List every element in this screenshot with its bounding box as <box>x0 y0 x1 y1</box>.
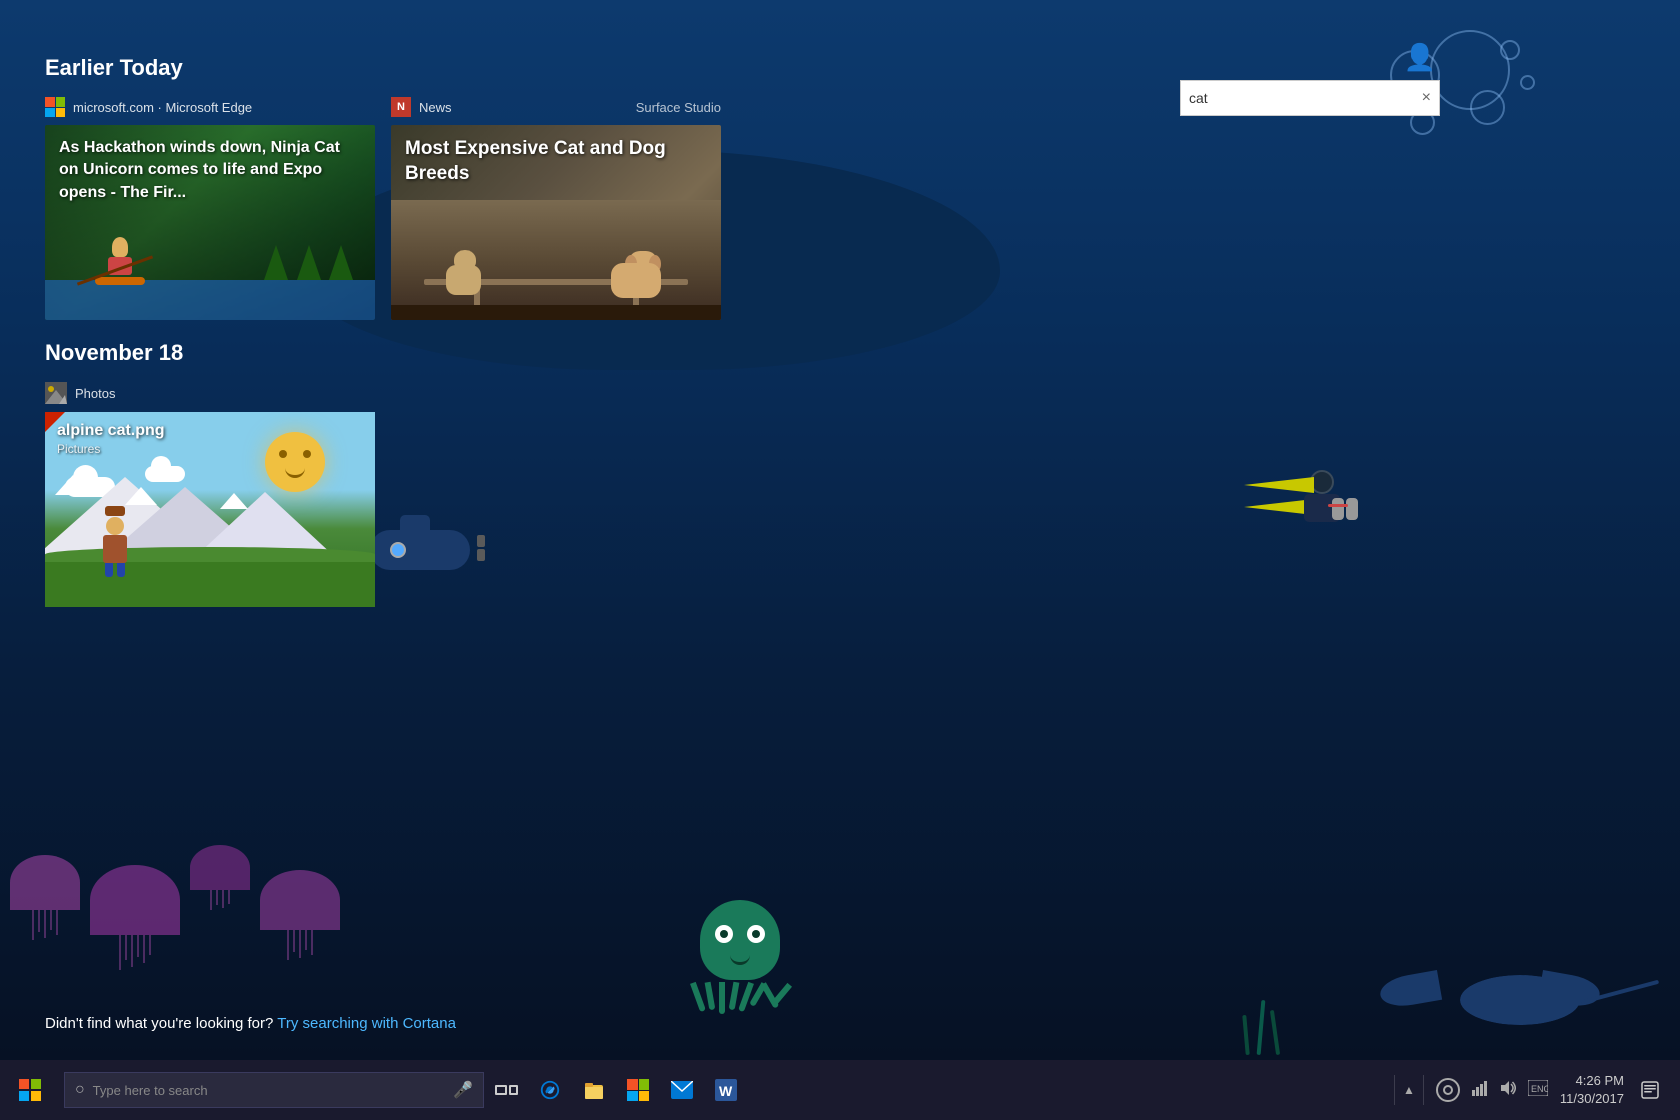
cortana-connect-icon[interactable] <box>1432 1074 1464 1106</box>
file-explorer-taskbar-icon[interactable] <box>572 1060 616 1120</box>
news-app-icon: N <box>391 97 411 117</box>
task-view-icon <box>495 1085 518 1095</box>
svg-text:ENG: ENG <box>1531 1084 1548 1094</box>
microsoft-logo-icon <box>45 97 65 117</box>
alpine-person <box>95 507 135 567</box>
word-icon: W <box>715 1079 737 1101</box>
edge-card-wrapper: microsoft.com · Microsoft Edge As Hackat… <box>45 97 375 320</box>
alpine-filename: alpine cat.png <box>57 422 165 440</box>
taskbar-mic-icon[interactable]: 🎤 <box>453 1080 473 1100</box>
taskbar-date: 11/30/2017 <box>1560 1090 1624 1108</box>
tray-divider <box>1394 1075 1395 1105</box>
network-icon[interactable] <box>1468 1076 1492 1105</box>
word-taskbar-icon[interactable]: W <box>704 1060 748 1120</box>
language-icon[interactable]: ENG <box>1524 1076 1552 1105</box>
edge-browser-icon <box>539 1079 561 1101</box>
taskbar-search-icon: ○ <box>75 1081 85 1099</box>
timeline-search-box[interactable]: × <box>1180 80 1440 116</box>
alpine-location: Pictures <box>57 442 165 456</box>
news-card-wrapper: N News Surface Studio Most Expensive Cat… <box>391 97 721 320</box>
timeline-search-input[interactable] <box>1189 90 1422 106</box>
start-button[interactable] <box>0 1060 60 1120</box>
edge-card-app-label: microsoft.com · Microsoft Edge <box>73 100 252 115</box>
volume-icon[interactable] <box>1496 1076 1520 1105</box>
november-heading: November 18 <box>45 340 375 366</box>
news-article-title: Most Expensive Cat and Dog Breeds <box>405 137 707 186</box>
edge-taskbar-icon[interactable] <box>528 1060 572 1120</box>
store-icon <box>627 1079 649 1101</box>
mail-icon <box>671 1081 693 1099</box>
main-content: × Earlier Today microsoft.com · Microsof… <box>0 0 1680 1120</box>
store-taskbar-icon[interactable] <box>616 1060 660 1120</box>
edge-article-title: As Hackathon winds down, Ninja Cat on Un… <box>59 137 361 204</box>
news-card-app-label: News <box>419 100 452 115</box>
news-article-card[interactable]: Most Expensive Cat and Dog Breeds <box>391 125 721 320</box>
windows-logo-icon <box>19 1079 41 1101</box>
november-section: November 18 Photos <box>45 340 375 607</box>
taskbar-system-tray: ▲ <box>1390 1060 1680 1120</box>
action-center-button[interactable] <box>1632 1060 1668 1120</box>
file-explorer-icon <box>583 1079 605 1101</box>
news-card-header: N News Surface Studio <box>391 97 721 117</box>
taskbar-time: 4:26 PM <box>1560 1072 1624 1090</box>
mail-taskbar-icon[interactable] <box>660 1060 704 1120</box>
photos-app-label: Photos <box>75 386 115 401</box>
photos-app-header: Photos <box>45 382 375 404</box>
surface-studio-label: Surface Studio <box>636 100 721 115</box>
taskbar-search-placeholder: Type here to search <box>93 1083 445 1098</box>
photos-app-icon <box>45 382 67 404</box>
not-found-message: Didn't find what you're looking for? Try… <box>45 1015 456 1032</box>
tray-divider2 <box>1423 1075 1424 1105</box>
edge-article-card[interactable]: As Hackathon winds down, Ninja Cat on Un… <box>45 125 375 320</box>
search-clear-button[interactable]: × <box>1422 89 1431 107</box>
cortana-link[interactable]: Try searching with Cortana <box>277 1015 456 1032</box>
taskbar: ○ Type here to search 🎤 <box>0 1060 1680 1120</box>
edge-card-header: microsoft.com · Microsoft Edge <box>45 97 375 117</box>
taskbar-clock[interactable]: 4:26 PM 11/30/2017 <box>1556 1068 1628 1112</box>
alpine-cat-card[interactable]: alpine cat.png Pictures <box>45 412 375 607</box>
task-view-button[interactable] <box>484 1060 528 1120</box>
svg-text:W: W <box>719 1083 733 1099</box>
cards-row: microsoft.com · Microsoft Edge As Hackat… <box>45 97 721 320</box>
not-found-text: Didn't find what you're looking for? <box>45 1015 273 1032</box>
taskbar-search-bar[interactable]: ○ Type here to search 🎤 <box>64 1072 484 1108</box>
earlier-today-heading: Earlier Today <box>45 55 721 81</box>
earlier-today-section: Earlier Today microsoft.com · Microsoft … <box>45 55 721 320</box>
show-hidden-icons-button[interactable]: ▲ <box>1403 1083 1415 1097</box>
alpine-card-text: alpine cat.png Pictures <box>57 422 165 456</box>
